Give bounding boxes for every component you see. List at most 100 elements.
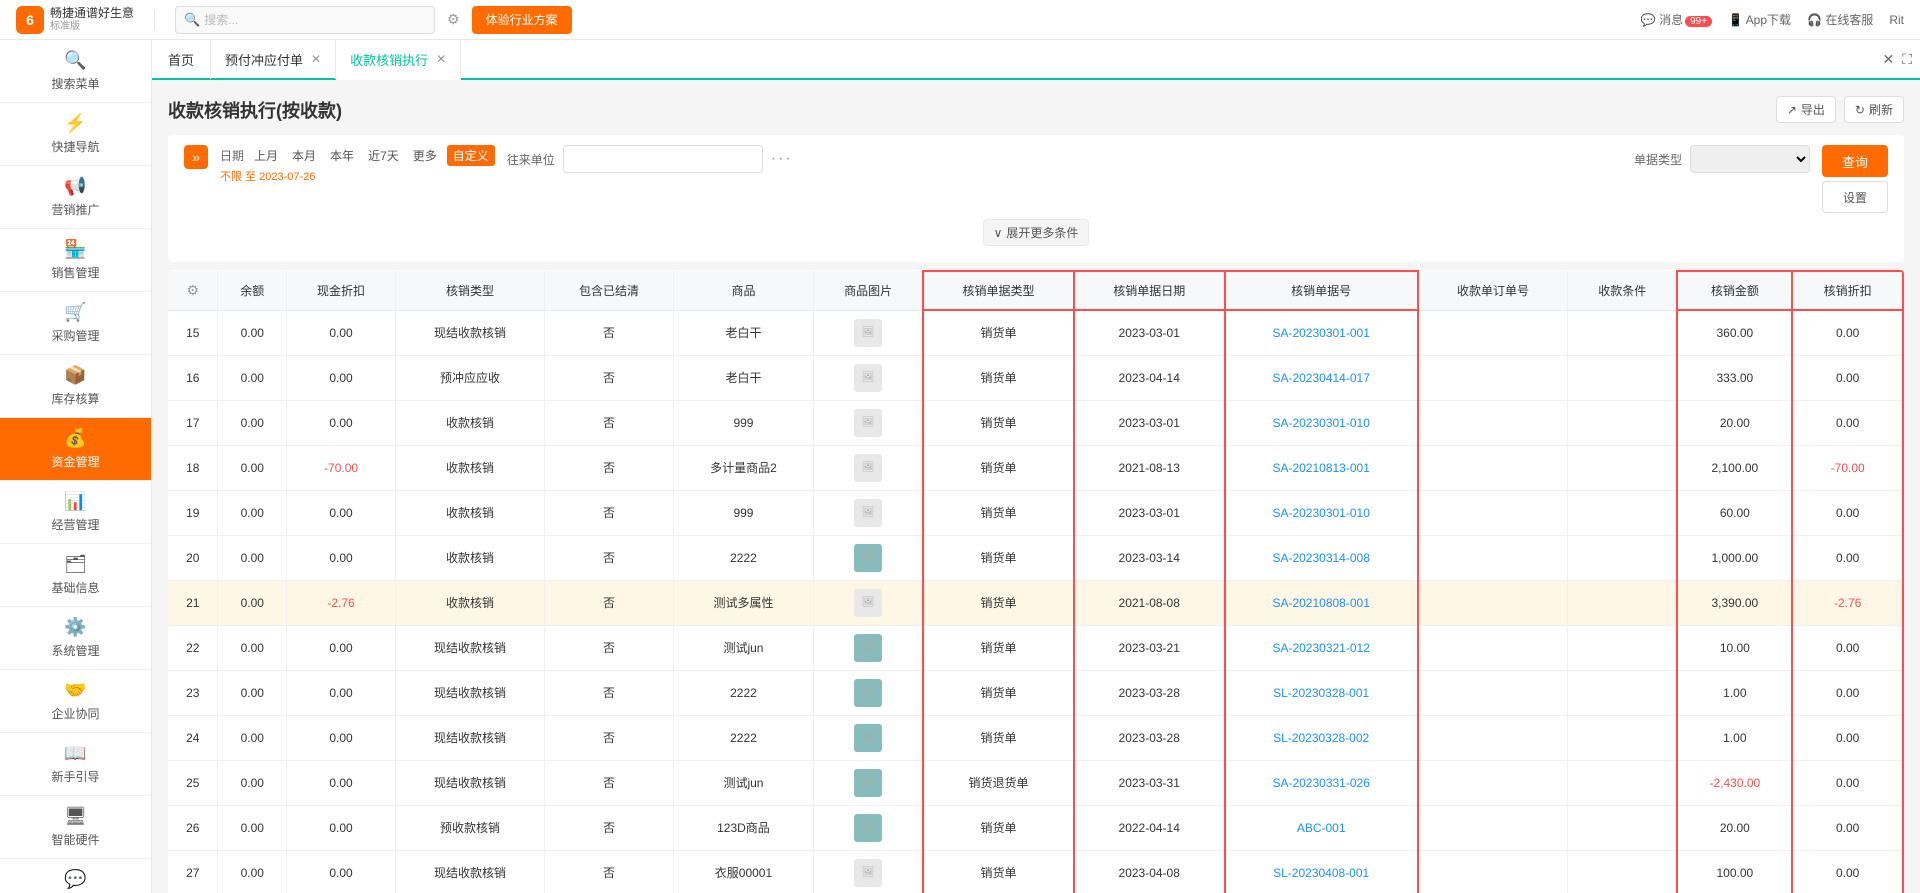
sidebar-item-cooperation[interactable]: 🤝 企业协同	[0, 670, 151, 733]
col-verify-doc-date: 核销单据日期	[1074, 271, 1225, 310]
cell-verify-doc-no[interactable]: SA-20210808-001	[1225, 580, 1418, 625]
cell-row-no: 17	[168, 400, 218, 445]
doc-no-link[interactable]: SA-20230301-001	[1272, 326, 1369, 340]
sidebar-item-basic[interactable]: 🗂 基础信息	[0, 544, 151, 607]
maximize-icon[interactable]: ⛶	[1902, 51, 1912, 68]
cell-balance: 0.00	[218, 805, 287, 850]
app-download-link[interactable]: 📱 App下载	[1728, 11, 1791, 28]
doc-no-link[interactable]: SL-20230328-001	[1273, 686, 1369, 700]
sidebar-item-finance[interactable]: 💰 资金管理	[0, 418, 151, 481]
refresh-btn[interactable]: ↻ 刷新	[1844, 96, 1904, 123]
cell-verify-doc-no[interactable]: SL-20230408-001	[1225, 850, 1418, 893]
sidebar-item-management[interactable]: 📊 经营管理	[0, 481, 151, 544]
doc-no-link[interactable]: SA-20230414-017	[1272, 371, 1369, 385]
cell-receipt-condition	[1568, 445, 1678, 490]
doc-type-select[interactable]	[1690, 145, 1810, 173]
tab-prepay-close[interactable]: ✕	[311, 52, 321, 66]
sidebar-item-system[interactable]: ⚙️ 系统管理	[0, 607, 151, 670]
this-month-opt[interactable]: 本月	[288, 145, 320, 166]
custom-date-opt[interactable]: 自定义	[447, 145, 495, 166]
last-month-opt[interactable]: 上月	[250, 145, 282, 166]
settings-icon[interactable]: ⚙	[447, 11, 460, 28]
cell-verify-doc-type: 销货单	[923, 445, 1074, 490]
cell-verify-doc-no[interactable]: SA-20230321-012	[1225, 625, 1418, 670]
online-service-link[interactable]: 🎧 在线客服	[1807, 11, 1873, 28]
this-year-opt[interactable]: 本年	[326, 145, 358, 166]
search-box: 🔍 搜索...	[175, 6, 435, 34]
sidebar-item-wechat[interactable]: 💬 企业微信	[0, 859, 151, 893]
last-7-days-opt[interactable]: 近7天	[364, 145, 403, 166]
sidebar-item-search-menu[interactable]: 🔍 搜索菜单	[0, 40, 151, 103]
col-settings[interactable]: ⚙	[168, 271, 218, 310]
goods-image-placeholder: 🖼	[854, 589, 882, 617]
doc-no-link[interactable]: SA-20230321-012	[1272, 641, 1369, 655]
doc-no-link[interactable]: SL-20230328-002	[1273, 731, 1369, 745]
cell-balance: 0.00	[218, 625, 287, 670]
page-header: 收款核销执行(按收款) ↗ 导出 ↻ 刷新	[168, 96, 1904, 123]
expand-more-btn[interactable]: ∨ 展开更多条件	[983, 219, 1090, 246]
settings-btn[interactable]: 设置	[1822, 181, 1888, 213]
cell-verify-doc-date: 2023-03-01	[1074, 490, 1225, 535]
cell-verify-doc-no[interactable]: SA-20230301-001	[1225, 310, 1418, 355]
cell-verify-doc-no[interactable]: SA-20230314-008	[1225, 535, 1418, 580]
table-row: 22 0.00 0.00 现结收款核销 否 测试jun 🖼 销货单 2023-0…	[168, 625, 1903, 670]
cell-verify-doc-no[interactable]: SL-20230328-002	[1225, 715, 1418, 760]
sidebar-label-inventory: 库存核算	[51, 390, 99, 407]
cell-verify-type: 收款核销	[395, 490, 544, 535]
cell-verify-doc-no[interactable]: SA-20230331-026	[1225, 760, 1418, 805]
doc-no-link[interactable]: SA-20230301-010	[1272, 506, 1369, 520]
tab-bar-actions: ✕ ⛶	[1882, 51, 1920, 68]
cell-goods-img: 🖼	[814, 805, 924, 850]
expand-arrow-btn[interactable]: »	[184, 145, 208, 169]
cell-balance: 0.00	[218, 715, 287, 760]
cell-receipt-condition	[1568, 805, 1678, 850]
logo: 6 畅捷通谱好生意 标准版	[16, 6, 134, 34]
sidebar-item-guide[interactable]: 📖 新手引导	[0, 733, 151, 796]
query-btn[interactable]: 查询	[1822, 145, 1888, 177]
doc-no-link[interactable]: SA-20230314-008	[1272, 551, 1369, 565]
cell-verify-doc-no[interactable]: SA-20230301-010	[1225, 490, 1418, 535]
sidebar-item-hardware[interactable]: 🖥 智能硬件	[0, 796, 151, 859]
cell-verify-type: 收款核销	[395, 400, 544, 445]
cell-verify-doc-no[interactable]: SA-20230414-017	[1225, 355, 1418, 400]
export-btn[interactable]: ↗ 导出	[1776, 96, 1836, 123]
cell-verify-type: 现结收款核销	[395, 670, 544, 715]
industry-btn[interactable]: 体验行业方案	[472, 6, 572, 34]
sidebar: 🔍 搜索菜单 ⚡ 快捷导航 📢 营销推广 🏪 销售管理 🛒 采购管理 📦 库存核…	[0, 40, 152, 893]
counterparty-input[interactable]	[563, 145, 763, 173]
cell-goods-img: 🖼	[814, 490, 924, 535]
sidebar-item-sales[interactable]: 🏪 销售管理	[0, 229, 151, 292]
search-menu-icon: 🔍	[64, 50, 86, 71]
table-row: 27 0.00 0.00 现结收款核销 否 衣服00001 🖼 销货单 2023…	[168, 850, 1903, 893]
cell-verify-doc-type: 销货单	[923, 625, 1074, 670]
cell-verify-doc-no[interactable]: ABC-001	[1225, 805, 1418, 850]
sidebar-item-quick-nav[interactable]: ⚡ 快捷导航	[0, 103, 151, 166]
sidebar-label-management: 经营管理	[51, 516, 99, 533]
cell-verify-amount: 10.00	[1677, 625, 1792, 670]
doc-no-link[interactable]: SL-20230408-001	[1273, 866, 1369, 880]
cell-include-settled: 否	[545, 670, 674, 715]
doc-no-link[interactable]: SA-20210808-001	[1272, 596, 1369, 610]
doc-no-link[interactable]: SA-20230331-026	[1272, 776, 1369, 790]
cell-goods: 老白干	[673, 310, 813, 355]
cell-row-no: 23	[168, 670, 218, 715]
tab-receipt-verify[interactable]: 收款核销执行 ✕	[336, 40, 461, 80]
cell-verify-amount: 360.00	[1677, 310, 1792, 355]
doc-no-link[interactable]: SA-20230301-010	[1272, 416, 1369, 430]
sidebar-item-inventory[interactable]: 📦 库存核算	[0, 355, 151, 418]
doc-no-link[interactable]: SA-20210813-001	[1272, 461, 1369, 475]
cell-verify-doc-no[interactable]: SA-20210813-001	[1225, 445, 1418, 490]
cell-verify-discount: 0.00	[1792, 310, 1903, 355]
cell-verify-doc-no[interactable]: SL-20230328-001	[1225, 670, 1418, 715]
cell-verify-doc-no[interactable]: SA-20230301-010	[1225, 400, 1418, 445]
message-link[interactable]: 💬 消息99+	[1641, 11, 1712, 28]
tab-receipt-verify-close[interactable]: ✕	[436, 52, 446, 66]
tab-prepay[interactable]: 预付冲应付单 ✕	[211, 40, 336, 79]
more-date-opt[interactable]: 更多	[409, 145, 441, 166]
sidebar-item-purchase[interactable]: 🛒 采购管理	[0, 292, 151, 355]
sidebar-item-marketing[interactable]: 📢 营销推广	[0, 166, 151, 229]
close-icon[interactable]: ✕	[1882, 51, 1894, 68]
doc-no-link[interactable]: ABC-001	[1297, 821, 1346, 835]
cell-verify-discount: 0.00	[1792, 490, 1903, 535]
tab-home[interactable]: 首页	[152, 40, 211, 79]
